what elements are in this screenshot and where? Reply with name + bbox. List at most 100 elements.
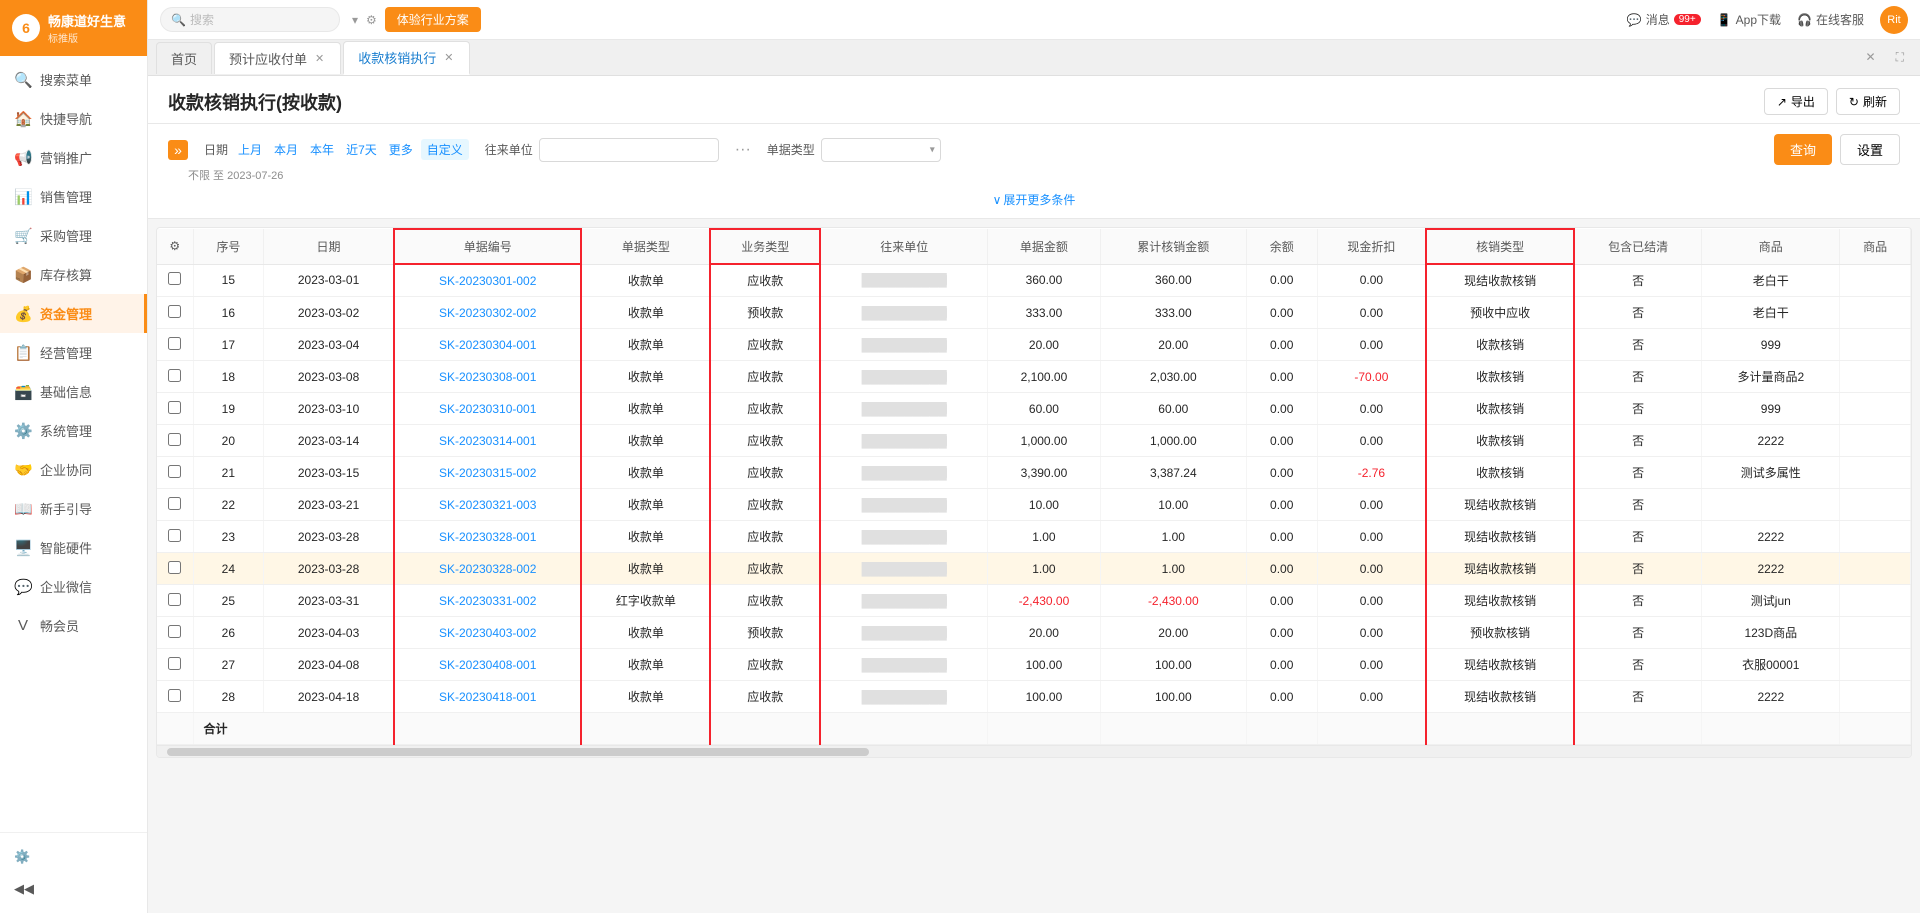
sidebar-item-enterprise[interactable]: 🤝企业协同 (0, 450, 147, 489)
row-checkbox-8[interactable] (168, 529, 181, 542)
doc-no-link-3[interactable]: SK-20230308-001 (439, 370, 536, 384)
cell-check-8[interactable] (157, 521, 193, 553)
sidebar-item-inventory[interactable]: 📦库存核算 (0, 255, 147, 294)
cell-check-6[interactable] (157, 457, 193, 489)
cell-doc-no-7[interactable]: SK-20230321-003 (394, 489, 582, 521)
date-btn-more[interactable]: 更多 (385, 139, 417, 160)
horizontal-scrollbar[interactable] (157, 745, 1911, 757)
cell-doc-no-12[interactable]: SK-20230408-001 (394, 649, 582, 681)
doc-no-link-1[interactable]: SK-20230302-002 (439, 306, 536, 320)
sidebar-collapse[interactable]: ◀◀ (0, 873, 147, 905)
cell-check-7[interactable] (157, 489, 193, 521)
cell-doc-no-6[interactable]: SK-20230315-002 (394, 457, 582, 489)
app-download-item[interactable]: 📱 App下载 (1717, 11, 1781, 28)
settings-button[interactable]: 设置 (1840, 134, 1900, 165)
row-checkbox-2[interactable] (168, 337, 181, 350)
sidebar-item-system[interactable]: ⚙️系统管理 (0, 411, 147, 450)
cell-check-0[interactable] (157, 264, 193, 297)
date-btn-7days[interactable]: 近7天 (342, 139, 381, 160)
sidebar-item-purchase[interactable]: 🛒采购管理 (0, 216, 147, 255)
row-checkbox-6[interactable] (168, 465, 181, 478)
cell-check-2[interactable] (157, 329, 193, 361)
sidebar-item-operation[interactable]: 📋经营管理 (0, 333, 147, 372)
sidebar-item-hardware[interactable]: 🖥️智能硬件 (0, 528, 147, 567)
sidebar-item-wechat[interactable]: 💬企业微信 (0, 567, 147, 606)
cell-doc-no-5[interactable]: SK-20230314-001 (394, 425, 582, 457)
sidebar-item-marketing[interactable]: 📢营销推广 (0, 138, 147, 177)
cell-doc-no-0[interactable]: SK-20230301-002 (394, 264, 582, 297)
th-settings[interactable]: ⚙ (157, 229, 193, 264)
sidebar-item-finance[interactable]: 💰资金管理 (0, 294, 147, 333)
settings-icon[interactable]: ⚙ (366, 13, 377, 27)
cell-check-12[interactable] (157, 649, 193, 681)
doc-no-link-4[interactable]: SK-20230310-001 (439, 402, 536, 416)
doc-no-link-5[interactable]: SK-20230314-001 (439, 434, 536, 448)
doc-no-link-8[interactable]: SK-20230328-001 (439, 530, 536, 544)
row-checkbox-9[interactable] (168, 561, 181, 574)
cell-check-1[interactable] (157, 297, 193, 329)
online-service-item[interactable]: 🎧 在线客服 (1797, 11, 1864, 28)
cell-doc-no-4[interactable]: SK-20230310-001 (394, 393, 582, 425)
cell-doc-no-9[interactable]: SK-20230328-002 (394, 553, 582, 585)
row-checkbox-10[interactable] (168, 593, 181, 606)
cell-doc-no-11[interactable]: SK-20230403-002 (394, 617, 582, 649)
sidebar-item-quick-nav[interactable]: 🏠快捷导航 (0, 99, 147, 138)
date-btn-custom[interactable]: 自定义 (421, 139, 469, 160)
row-checkbox-12[interactable] (168, 657, 181, 670)
tab-receipt[interactable]: 收款核销执行 ✕ (343, 41, 470, 75)
export-button[interactable]: ↗ 导出 (1764, 88, 1828, 115)
cell-doc-no-1[interactable]: SK-20230302-002 (394, 297, 582, 329)
solution-button[interactable]: 体验行业方案 (385, 7, 481, 32)
column-settings-icon[interactable]: ⚙ (169, 239, 180, 253)
doc-no-link-11[interactable]: SK-20230403-002 (439, 626, 536, 640)
tab-close-all-icon[interactable]: ✕ (1858, 46, 1884, 69)
row-checkbox-13[interactable] (168, 689, 181, 702)
date-btn-last-month[interactable]: 上月 (234, 139, 266, 160)
date-btn-this-month[interactable]: 本月 (270, 139, 302, 160)
cell-check-4[interactable] (157, 393, 193, 425)
row-checkbox-4[interactable] (168, 401, 181, 414)
cell-check-3[interactable] (157, 361, 193, 393)
tab-receipt-close[interactable]: ✕ (442, 51, 455, 64)
row-checkbox-7[interactable] (168, 497, 181, 510)
sidebar-item-sales[interactable]: 📊销售管理 (0, 177, 147, 216)
doc-no-link-2[interactable]: SK-20230304-001 (439, 338, 536, 352)
doc-no-link-7[interactable]: SK-20230321-003 (439, 498, 536, 512)
tab-pending[interactable]: 预计应收付单 ✕ (214, 42, 341, 74)
refresh-button[interactable]: ↻ 刷新 (1836, 88, 1900, 115)
tab-home[interactable]: 首页 (156, 42, 212, 74)
filter-more-dots[interactable]: ··· (735, 141, 751, 159)
filter-toggle-btn[interactable]: » (168, 140, 188, 160)
row-checkbox-3[interactable] (168, 369, 181, 382)
doc-type-select[interactable] (821, 138, 941, 162)
row-checkbox-11[interactable] (168, 625, 181, 638)
user-avatar[interactable]: Rit (1880, 6, 1908, 34)
doc-no-link-6[interactable]: SK-20230315-002 (439, 466, 536, 480)
cell-check-5[interactable] (157, 425, 193, 457)
date-btn-this-year[interactable]: 本年 (306, 139, 338, 160)
cell-check-10[interactable] (157, 585, 193, 617)
cell-check-13[interactable] (157, 681, 193, 713)
row-checkbox-5[interactable] (168, 433, 181, 446)
doc-no-link-10[interactable]: SK-20230331-002 (439, 594, 536, 608)
doc-no-link-9[interactable]: SK-20230328-002 (439, 562, 536, 576)
search-box[interactable]: 🔍 搜索 (160, 7, 340, 32)
cell-doc-no-3[interactable]: SK-20230308-001 (394, 361, 582, 393)
scrollbar-thumb[interactable] (167, 748, 869, 756)
dropdown-arrow-icon[interactable]: ▾ (352, 13, 358, 27)
tab-expand-icon[interactable]: ⛶ (1888, 46, 1912, 69)
partner-input[interactable] (539, 138, 719, 162)
sidebar-gear[interactable]: ⚙️ (0, 841, 147, 873)
doc-no-link-12[interactable]: SK-20230408-001 (439, 658, 536, 672)
tab-pending-close[interactable]: ✕ (313, 52, 326, 65)
cell-check-11[interactable] (157, 617, 193, 649)
row-checkbox-1[interactable] (168, 305, 181, 318)
sidebar-item-guide[interactable]: 📖新手引导 (0, 489, 147, 528)
sidebar-item-base[interactable]: 🗃️基础信息 (0, 372, 147, 411)
query-button[interactable]: 查询 (1774, 134, 1832, 165)
row-checkbox-0[interactable] (168, 272, 181, 285)
doc-no-link-0[interactable]: SK-20230301-002 (439, 274, 536, 288)
expand-more-btn[interactable]: ∨ 展开更多条件 (993, 191, 1076, 208)
sidebar-item-member[interactable]: V畅会员 (0, 606, 147, 645)
cell-check-9[interactable] (157, 553, 193, 585)
